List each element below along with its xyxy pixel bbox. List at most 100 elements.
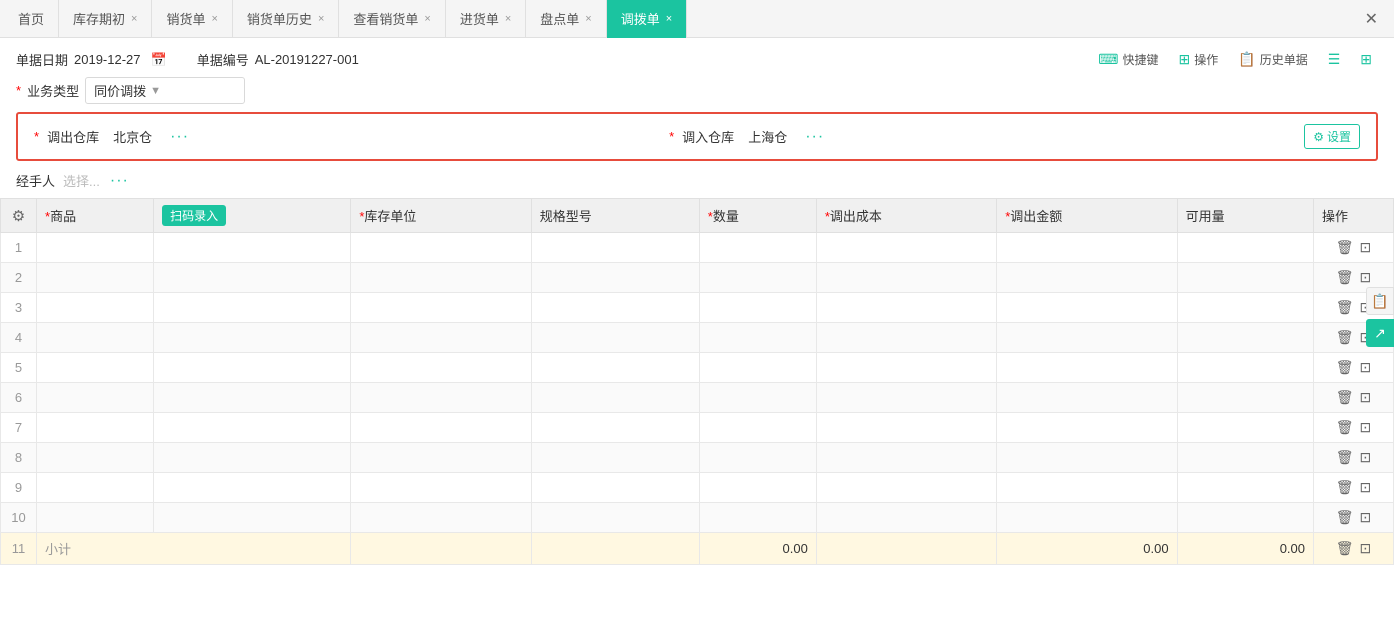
spec-cell[interactable]	[531, 473, 699, 503]
tab-home[interactable]: 首页	[4, 0, 59, 38]
delete-row-icon[interactable]: 🗑	[1336, 269, 1354, 286]
tab-inventory[interactable]: 盘点单 ×	[526, 0, 606, 38]
tab-view-sales[interactable]: 查看销货单 ×	[339, 0, 445, 38]
unit-cell[interactable]	[351, 383, 531, 413]
qty-cell[interactable]	[699, 383, 816, 413]
personnel-input[interactable]: 选择...	[63, 171, 100, 190]
personnel-more-button[interactable]: ···	[108, 172, 131, 190]
amount-cell[interactable]	[997, 323, 1177, 353]
cost-cell[interactable]	[816, 323, 996, 353]
qty-cell[interactable]	[699, 293, 816, 323]
cost-cell[interactable]	[816, 473, 996, 503]
spec-cell[interactable]	[531, 293, 699, 323]
delete-icon[interactable]: 🗑	[1336, 540, 1354, 557]
amount-cell[interactable]	[997, 233, 1177, 263]
unit-cell[interactable]	[351, 263, 531, 293]
amount-cell[interactable]	[997, 443, 1177, 473]
copy-row-icon[interactable]: ⊡	[1360, 479, 1372, 496]
goods-cell[interactable]	[37, 383, 154, 413]
spec-cell[interactable]	[531, 443, 699, 473]
delete-row-icon[interactable]: 🗑	[1336, 299, 1354, 316]
spec-cell[interactable]	[531, 353, 699, 383]
cost-cell[interactable]	[816, 263, 996, 293]
unit-cell[interactable]	[351, 473, 531, 503]
tab-inventory-close[interactable]: ×	[585, 13, 591, 25]
tab-stock-init[interactable]: 库存期初 ×	[59, 0, 152, 38]
setting-button[interactable]: ⚙ 设置	[1304, 124, 1360, 149]
delete-row-icon[interactable]: 🗑	[1336, 389, 1354, 406]
amount-cell[interactable]	[997, 503, 1177, 533]
column-settings-icon[interactable]: ⚙	[12, 208, 25, 225]
qty-cell[interactable]	[699, 443, 816, 473]
spec-cell[interactable]	[531, 413, 699, 443]
qty-cell[interactable]	[699, 413, 816, 443]
qty-cell[interactable]	[699, 233, 816, 263]
expand-float-button[interactable]: ↗	[1366, 319, 1394, 347]
tab-stock-init-close[interactable]: ×	[131, 13, 137, 25]
scan-entry-button[interactable]: 扫码录入	[162, 205, 226, 226]
unit-cell[interactable]	[351, 353, 531, 383]
goods-cell[interactable]	[37, 293, 154, 323]
shortcut-button[interactable]: ⌨ 快捷键	[1092, 48, 1164, 71]
copy-row-icon[interactable]: ⊡	[1360, 359, 1372, 376]
delete-row-icon[interactable]: 🗑	[1336, 509, 1354, 526]
delete-row-icon[interactable]: 🗑	[1336, 359, 1354, 376]
copy-row-icon[interactable]: ⊡	[1360, 419, 1372, 436]
goods-cell[interactable]	[37, 233, 154, 263]
cost-cell[interactable]	[816, 233, 996, 263]
history-button[interactable]: 📋 历史单据	[1232, 48, 1313, 71]
cost-cell[interactable]	[816, 503, 996, 533]
unit-cell[interactable]	[351, 443, 531, 473]
goods-cell[interactable]	[37, 473, 154, 503]
tab-sales-history[interactable]: 销货单历史 ×	[233, 0, 339, 38]
window-close-button[interactable]: ✕	[1353, 9, 1390, 29]
amount-cell[interactable]	[997, 293, 1177, 323]
cost-cell[interactable]	[816, 383, 996, 413]
tab-sales-history-close[interactable]: ×	[318, 13, 324, 25]
goods-cell[interactable]	[37, 323, 154, 353]
amount-cell[interactable]	[997, 263, 1177, 293]
unit-cell[interactable]	[351, 293, 531, 323]
unit-cell[interactable]	[351, 413, 531, 443]
cost-cell[interactable]	[816, 353, 996, 383]
goods-cell[interactable]	[37, 503, 154, 533]
tab-purchase-close[interactable]: ×	[505, 13, 511, 25]
tab-purchase[interactable]: 进货单 ×	[446, 0, 526, 38]
copy-row-icon[interactable]: ⊡	[1360, 449, 1372, 466]
delete-row-icon[interactable]: 🗑	[1336, 239, 1354, 256]
layout-list-button[interactable]: ☰	[1322, 48, 1347, 71]
qty-cell[interactable]	[699, 353, 816, 383]
goods-cell[interactable]	[37, 263, 154, 293]
amount-cell[interactable]	[997, 383, 1177, 413]
cost-cell[interactable]	[816, 293, 996, 323]
warehouse-in-more-button[interactable]: ···	[803, 128, 826, 146]
calendar-icon[interactable]: 📅	[151, 52, 167, 68]
unit-cell[interactable]	[351, 503, 531, 533]
goods-cell[interactable]	[37, 413, 154, 443]
spec-cell[interactable]	[531, 323, 699, 353]
copy-row-icon[interactable]: ⊡	[1360, 509, 1372, 526]
warehouse-out-more-button[interactable]: ···	[168, 128, 191, 146]
delete-row-icon[interactable]: 🗑	[1336, 329, 1354, 346]
tab-view-sales-close[interactable]: ×	[424, 13, 430, 25]
tab-transfer-close[interactable]: ×	[666, 13, 672, 25]
amount-cell[interactable]	[997, 413, 1177, 443]
tab-transfer[interactable]: 调拨单 ×	[607, 0, 687, 38]
delete-row-icon[interactable]: 🗑	[1336, 419, 1354, 436]
qty-cell[interactable]	[699, 473, 816, 503]
copy-row-icon[interactable]: ⊡	[1360, 239, 1372, 256]
spec-cell[interactable]	[531, 503, 699, 533]
unit-cell[interactable]	[351, 323, 531, 353]
amount-cell[interactable]	[997, 353, 1177, 383]
spec-cell[interactable]	[531, 383, 699, 413]
cost-cell[interactable]	[816, 443, 996, 473]
qty-cell[interactable]	[699, 323, 816, 353]
spec-cell[interactable]	[531, 233, 699, 263]
notes-float-button[interactable]: 📋	[1366, 287, 1394, 315]
copy-row-icon[interactable]: ⊡	[1360, 389, 1372, 406]
delete-row-icon[interactable]: 🗑	[1336, 449, 1354, 466]
tab-sales-order-close[interactable]: ×	[211, 13, 217, 25]
unit-cell[interactable]	[351, 233, 531, 263]
copy-row-icon[interactable]: ⊡	[1360, 269, 1372, 286]
delete-row-icon[interactable]: 🗑	[1336, 479, 1354, 496]
